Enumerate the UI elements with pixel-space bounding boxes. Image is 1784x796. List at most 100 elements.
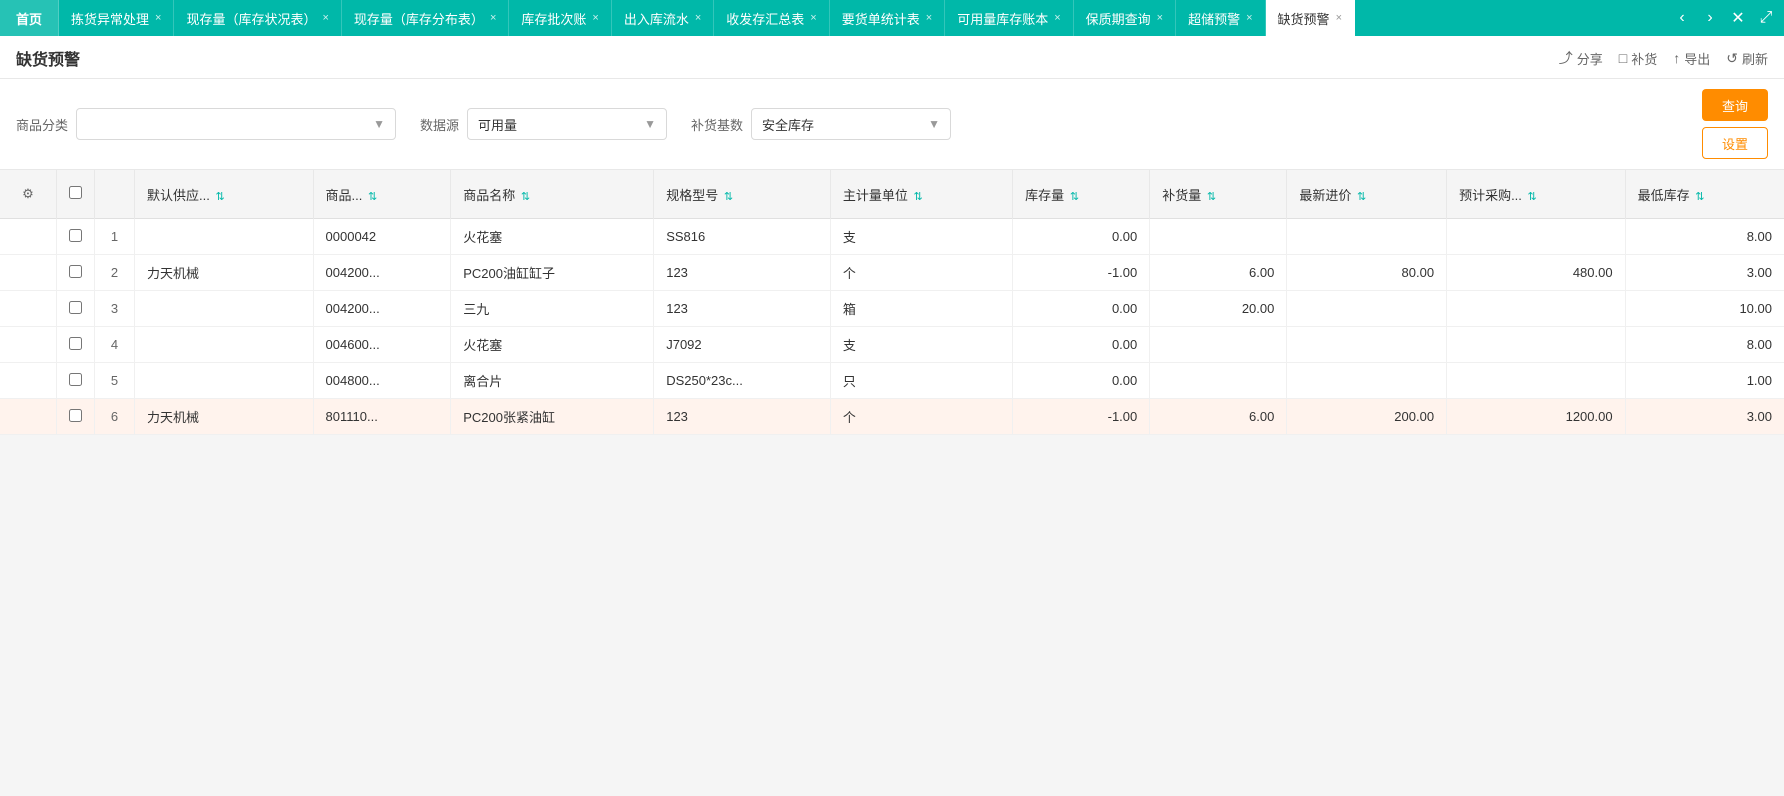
tab-stock-status[interactable]: 现存量（库存状况表） × [174,0,341,36]
close-tab-stock-dist[interactable]: × [490,12,496,24]
col-product-code[interactable]: 商品... ⇅ [313,170,451,219]
close-tab-available[interactable]: × [1054,12,1060,24]
tab-demand[interactable]: 要货单统计表 × [830,0,945,36]
row-checkbox-cell[interactable] [57,327,95,363]
row-checkbox-cell[interactable] [57,255,95,291]
refresh-button[interactable]: ↺ 刷新 [1726,49,1768,68]
row-checkbox-5[interactable] [69,409,82,422]
table-row[interactable]: 5 004800... 离合片 DS250*23c... 只 0.00 1.00 [0,363,1784,399]
nav-close-btn[interactable]: ✕ [1724,4,1752,32]
col-latest-price[interactable]: 最新进价 ⇅ [1287,170,1447,219]
col-min-stock[interactable]: 最低库存 ⇅ [1625,170,1784,219]
sort-est-purchase-icon[interactable]: ⇅ [1528,191,1537,203]
row-checkbox-cell[interactable] [57,291,95,327]
row-product-code: 004200... [313,255,451,291]
sort-stock-icon[interactable]: ⇅ [1070,191,1079,203]
table-row[interactable]: 2 力天机械 004200... PC200油缸缸子 123 个 -1.00 6… [0,255,1784,291]
filter-action-buttons: 查询 设置 [1702,89,1768,159]
restock-base-chevron-icon: ▼ [928,117,940,131]
query-button[interactable]: 查询 [1702,89,1768,121]
close-tab-flow[interactable]: × [695,12,701,24]
share-button[interactable]: ⤴ 分享 [1559,48,1603,68]
sort-product-name-icon[interactable]: ⇅ [521,191,530,203]
tab-batch[interactable]: 库存批次账 × [509,0,611,36]
row-checkbox-4[interactable] [69,373,82,386]
table-row[interactable]: 3 004200... 三九 123 箱 0.00 20.00 10.00 [0,291,1784,327]
row-checkbox-0[interactable] [69,229,82,242]
row-default-supplier [135,327,314,363]
nav-maximize-btn[interactable]: ⤢ [1752,4,1780,32]
sort-min-stock-icon[interactable]: ⇅ [1695,191,1704,203]
nav-prev-btn[interactable]: ‹ [1668,4,1696,32]
close-tab-abnormal[interactable]: × [155,12,161,24]
row-num-cell: 3 [95,291,135,327]
export-button[interactable]: ↑ 导出 [1673,49,1710,68]
col-stock[interactable]: 库存量 ⇅ [1013,170,1150,219]
row-checkbox-3[interactable] [69,337,82,350]
tab-expiry[interactable]: 保质期查询 × [1074,0,1176,36]
sort-latest-price-icon[interactable]: ⇅ [1357,191,1366,203]
sort-spec-icon[interactable]: ⇅ [724,191,733,203]
close-tab-expiry[interactable]: × [1157,12,1163,24]
row-latest-price [1287,327,1447,363]
select-all-checkbox[interactable] [69,186,82,199]
row-unit: 只 [830,363,1012,399]
col-spec[interactable]: 规格型号 ⇅ [654,170,831,219]
row-checkbox-cell[interactable] [57,363,95,399]
close-tab-overstock[interactable]: × [1246,12,1252,24]
col-est-purchase[interactable]: 预计采购... ⇅ [1447,170,1626,219]
sort-default-supplier-icon[interactable]: ⇅ [215,191,224,203]
row-checkbox-cell[interactable] [57,399,95,435]
column-settings-icon[interactable]: ⚙ [12,178,44,210]
datasource-select[interactable]: 可用量 ▼ [467,108,667,140]
tab-overstock[interactable]: 超储预警 × [1176,0,1265,36]
row-restock-qty: 20.00 [1150,291,1287,327]
restock-button[interactable]: □ 补货 [1619,49,1657,68]
restock-icon: □ [1619,50,1627,66]
tab-abnormal[interactable]: 拣货异常处理 × [59,0,174,36]
table-row[interactable]: 6 力天机械 801110... PC200张紧油缸 123 个 -1.00 6… [0,399,1784,435]
col-select-all[interactable] [57,170,95,219]
col-default-supplier[interactable]: 默认供应... ⇅ [135,170,314,219]
sort-restock-qty-icon[interactable]: ⇅ [1207,191,1216,203]
restock-base-select[interactable]: 安全库存 ▼ [751,108,951,140]
settings-button[interactable]: 设置 [1702,127,1768,159]
row-checkbox-1[interactable] [69,265,82,278]
table-row[interactable]: 4 004600... 火花塞 J7092 支 0.00 8.00 [0,327,1784,363]
sort-unit-icon[interactable]: ⇅ [914,191,923,203]
col-restock-qty[interactable]: 补货量 ⇅ [1150,170,1287,219]
nav-next-btn[interactable]: › [1696,4,1724,32]
row-unit: 箱 [830,291,1012,327]
row-product-name: 火花塞 [451,327,654,363]
nav-controls: ‹ › ✕ ⤢ [1668,4,1784,32]
row-est-purchase [1447,291,1626,327]
row-num-cell: 6 [95,399,135,435]
close-tab-batch[interactable]: × [592,12,598,24]
tab-home[interactable]: 首页 [0,0,59,36]
tab-available[interactable]: 可用量库存账本 × [945,0,1073,36]
tab-flow[interactable]: 出入库流水 × [612,0,714,36]
tab-collect[interactable]: 收发存汇总表 × [714,0,829,36]
close-tab-collect[interactable]: × [810,12,816,24]
nav-tabs: 首页 拣货异常处理 × 现存量（库存状况表） × 现存量（库存分布表） × 库存… [0,0,1784,36]
sort-product-code-icon[interactable]: ⇅ [368,191,377,203]
col-product-name[interactable]: 商品名称 ⇅ [451,170,654,219]
close-tab-stock-status[interactable]: × [322,12,328,24]
row-product-name: 离合片 [451,363,654,399]
row-checkbox-2[interactable] [69,301,82,314]
row-checkbox-cell[interactable] [57,219,95,255]
category-select[interactable]: ▼ [76,108,396,140]
row-stock: 0.00 [1013,291,1150,327]
table-row[interactable]: 1 0000042 火花塞 SS816 支 0.00 8.00 [0,219,1784,255]
col-settings[interactable]: ⚙ [0,170,57,219]
row-product-name: 火花塞 [451,219,654,255]
row-product-code: 004800... [313,363,451,399]
restock-base-value: 安全库存 [762,115,814,134]
tab-stock-dist[interactable]: 现存量（库存分布表） × [342,0,509,36]
row-min-stock: 3.00 [1625,255,1784,291]
tab-shortage[interactable]: 缺货预警 × [1266,0,1355,36]
close-tab-shortage[interactable]: × [1336,12,1342,24]
col-unit[interactable]: 主计量单位 ⇅ [830,170,1012,219]
close-tab-demand[interactable]: × [926,12,932,24]
row-latest-price: 80.00 [1287,255,1447,291]
